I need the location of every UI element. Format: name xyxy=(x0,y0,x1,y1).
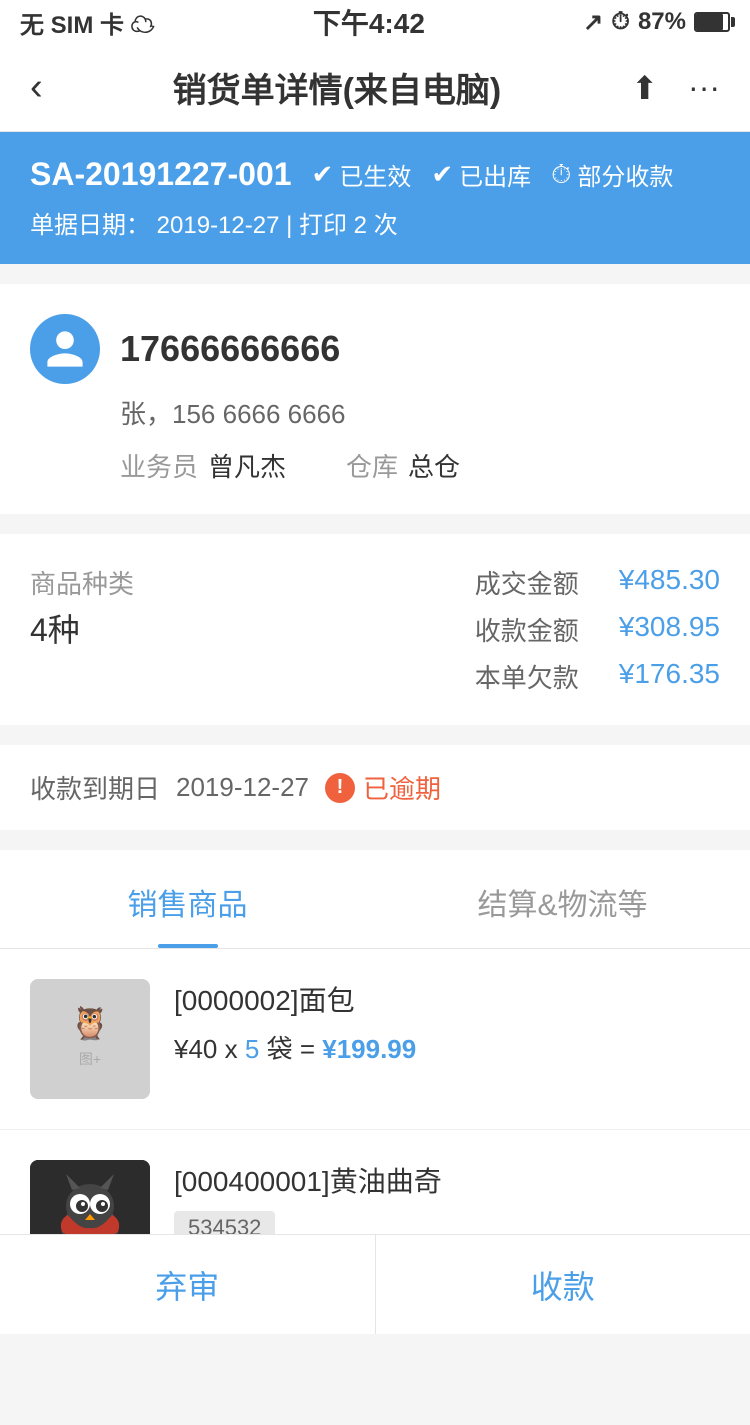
location-icon: ↗ xyxy=(583,8,603,37)
clock-icon: ⏱ xyxy=(611,8,630,36)
product-info-1: [0000002]面包 ¥40 x 5 袋 = ¥199.99 xyxy=(174,979,720,1066)
status-badge-effected: ✔ 已生效 xyxy=(312,157,412,192)
amount-row-1: 成交金额 ¥485.30 xyxy=(475,564,720,601)
customer-name-phone: 张，156 6666 6666 xyxy=(120,394,720,431)
clock-icon-2: ⏱ xyxy=(551,159,571,191)
warehouse-item: 仓库 总仓 xyxy=(346,447,460,484)
due-label: 收款到期日 xyxy=(30,769,160,806)
due-date-section: 收款到期日 2019-12-27 ! 已逾期 xyxy=(0,745,750,830)
salesperson-item: 业务员 曾凡杰 xyxy=(120,447,286,484)
date-label: 单据日期： xyxy=(30,212,150,239)
overdue-icon: ! xyxy=(325,773,355,803)
person-icon xyxy=(43,327,87,371)
bottom-bar: 弃审 收款 xyxy=(0,1234,750,1334)
product-item-1: 🦉 图+ [0000002]面包 ¥40 x 5 袋 = ¥199.99 xyxy=(0,949,750,1130)
overdue-text: 已逾期 xyxy=(363,769,441,806)
received-value: ¥308.95 xyxy=(619,611,720,648)
nav-actions: ⬆ ··· xyxy=(631,69,720,107)
tabs: 销售商品 结算&物流等 xyxy=(0,850,750,949)
order-banner-top: SA-20191227-001 ✔ 已生效 ✔ 已出库 ⏱ 部分收款 xyxy=(30,156,720,193)
received-label: 收款金额 xyxy=(475,611,579,648)
customer-meta-row: 业务员 曾凡杰 仓库 总仓 xyxy=(120,447,720,484)
unit-price-1: ¥40 xyxy=(174,1034,217,1064)
order-banner: SA-20191227-001 ✔ 已生效 ✔ 已出库 ⏱ 部分收款 单据日期：… xyxy=(0,132,750,264)
back-button[interactable]: ‹ xyxy=(30,66,43,109)
check-icon-2: ✔ xyxy=(431,159,453,190)
salesperson-label: 业务员 xyxy=(120,447,198,484)
order-date-row: 单据日期： 2019-12-27 | 打印 2 次 xyxy=(30,205,720,240)
warehouse-value: 总仓 xyxy=(408,447,460,484)
cancel-button[interactable]: 弃审 xyxy=(0,1235,376,1334)
customer-id: 17666666666 xyxy=(120,328,340,370)
overdue-badge: ! 已逾期 xyxy=(325,769,441,806)
product-image-1: 🦉 图+ xyxy=(30,979,150,1099)
product-name-2: [000400001]黄油曲奇 xyxy=(174,1160,720,1200)
confirm-button[interactable]: 收款 xyxy=(376,1235,750,1334)
battery-icon xyxy=(694,12,730,32)
sim-label: 无 SIM 卡 ☁ xyxy=(20,5,155,40)
page-title: 销货单详情(来自电脑) xyxy=(173,63,502,112)
summary-section: 商品种类 4种 成交金额 ¥485.30 收款金额 ¥308.95 本单欠款 ¥… xyxy=(0,534,750,725)
tab-settlement[interactable]: 结算&物流等 xyxy=(375,850,750,948)
category-summary: 商品种类 4种 xyxy=(30,564,134,651)
more-button[interactable]: ··· xyxy=(688,69,720,106)
product-thumb-1: 🦉 图+ xyxy=(30,979,150,1099)
owed-value: ¥176.35 xyxy=(619,658,720,695)
print-info: | 打印 2 次 xyxy=(286,212,398,239)
amount-row-3: 本单欠款 ¥176.35 xyxy=(475,658,720,695)
product-name-1: [0000002]面包 xyxy=(174,979,720,1019)
battery-label: 87% xyxy=(638,8,686,36)
status-bar-time: 下午4:42 xyxy=(313,2,425,42)
check-icon-1: ✔ xyxy=(312,159,334,190)
unit-1: 袋 xyxy=(267,1034,293,1064)
customer-section: 17666666666 张，156 6666 6666 业务员 曾凡杰 仓库 总… xyxy=(0,284,750,514)
status-bar: 无 SIM 卡 ☁ 下午4:42 ↗ ⏱ 87% xyxy=(0,0,750,44)
status-badge-partial: ⏱ 部分收款 xyxy=(551,157,673,192)
date-value: 2019-12-27 xyxy=(157,212,280,239)
nav-bar: ‹ 销货单详情(来自电脑) ⬆ ··· xyxy=(0,44,750,132)
customer-header-row: 17666666666 xyxy=(30,314,720,384)
svg-text:图+: 图+ xyxy=(79,1051,101,1067)
svg-text:🦉: 🦉 xyxy=(70,1005,110,1041)
tab-products[interactable]: 销售商品 xyxy=(0,850,375,948)
customer-avatar xyxy=(30,314,100,384)
qty-1: 5 xyxy=(245,1034,259,1064)
share-button[interactable]: ⬆ xyxy=(631,69,658,107)
status-badge-shipped: ✔ 已出库 xyxy=(431,157,531,192)
tab-section: 销售商品 结算&物流等 xyxy=(0,850,750,949)
product-price-row-1: ¥40 x 5 袋 = ¥199.99 xyxy=(174,1029,720,1066)
amount-value: ¥485.30 xyxy=(619,564,720,601)
warehouse-label: 仓库 xyxy=(346,447,398,484)
order-number: SA-20191227-001 xyxy=(30,156,292,193)
amount-summary: 成交金额 ¥485.30 收款金额 ¥308.95 本单欠款 ¥176.35 xyxy=(475,564,720,695)
total-1: ¥199.99 xyxy=(322,1034,416,1064)
status-bar-left: 无 SIM 卡 ☁ xyxy=(20,5,155,40)
amount-label: 成交金额 xyxy=(475,564,579,601)
amount-row-2: 收款金额 ¥308.95 xyxy=(475,611,720,648)
due-date: 2019-12-27 xyxy=(176,772,309,803)
category-label: 商品种类 xyxy=(30,564,134,601)
owed-label: 本单欠款 xyxy=(475,658,579,695)
status-bar-right: ↗ ⏱ 87% xyxy=(583,8,730,37)
category-value: 4种 xyxy=(30,605,134,651)
salesperson-value: 曾凡杰 xyxy=(208,447,286,484)
